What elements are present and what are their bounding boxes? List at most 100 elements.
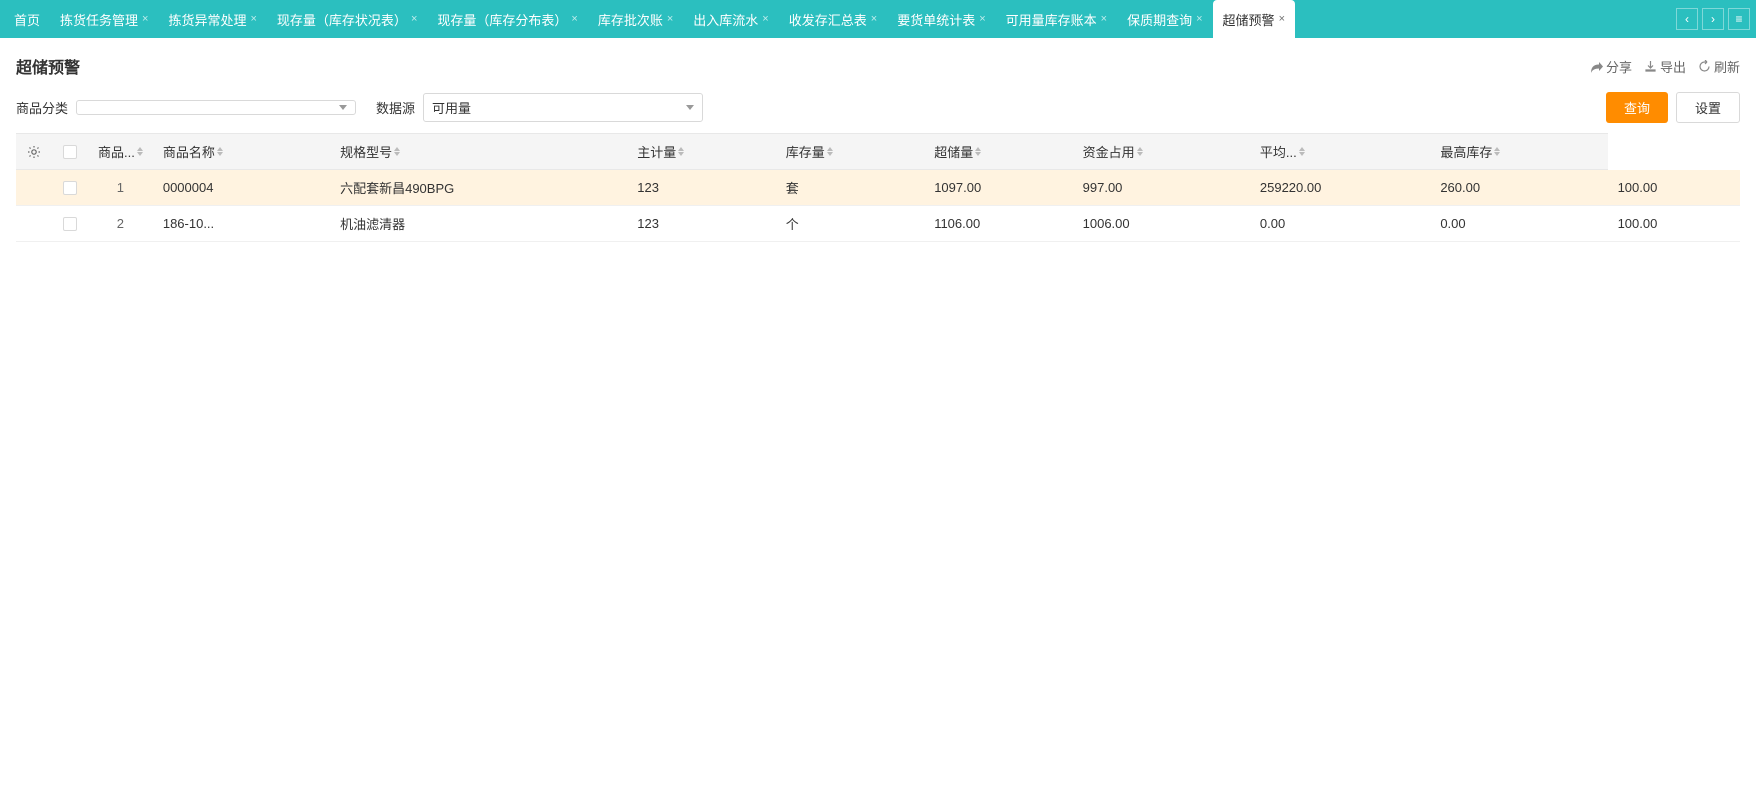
tab-pick-abnormal[interactable]: 拣货异常处理 ×	[158, 0, 266, 38]
row-checkbox[interactable]	[63, 217, 77, 231]
tab-overstock[interactable]: 超储预警 ×	[1213, 0, 1295, 38]
row-over: 1006.00	[1073, 206, 1250, 242]
datasource-filter: 数据源 可用量	[376, 93, 703, 122]
close-icon[interactable]: ×	[762, 13, 768, 25]
refresh-icon	[1698, 60, 1711, 73]
share-button[interactable]: 分享	[1590, 57, 1632, 76]
tab-pick-abnormal-label: 拣货异常处理	[168, 10, 246, 29]
row-capital: 0.00	[1250, 206, 1430, 242]
export-button[interactable]: 导出	[1644, 57, 1686, 76]
close-icon[interactable]: ×	[871, 13, 877, 25]
th-over: 超储量	[924, 134, 1072, 170]
row-unit: 套	[776, 170, 924, 206]
sort-down-icon	[217, 152, 223, 156]
topbar: 首页 拣货任务管理 × 拣货异常处理 × 现存量（库存状况表） × 现存量（库存…	[0, 0, 1756, 38]
sort-icon[interactable]	[1299, 147, 1305, 156]
tab-pick-task[interactable]: 拣货任务管理 ×	[50, 0, 158, 38]
sort-icon[interactable]	[1137, 147, 1143, 156]
query-button[interactable]: 查询	[1606, 92, 1668, 123]
sort-up-icon	[1299, 147, 1305, 151]
tab-available-label: 可用量库存账本	[1006, 10, 1097, 29]
th-code-label: 商品...	[98, 142, 135, 161]
tab-home[interactable]: 首页	[4, 0, 50, 38]
datasource-label: 数据源	[376, 98, 415, 117]
table-row: 1 0000004 六配套新昌490BPG 123 套 1097.00 997.…	[16, 170, 1740, 206]
tab-pick-task-label: 拣货任务管理	[60, 10, 138, 29]
sort-up-icon	[217, 147, 223, 151]
close-icon[interactable]: ×	[1279, 13, 1285, 25]
select-all-checkbox[interactable]	[63, 145, 77, 159]
page-title: 超储预警	[16, 54, 80, 78]
row-stock: 1097.00	[924, 170, 1072, 206]
sort-icon[interactable]	[1494, 147, 1500, 156]
th-avg-label: 平均...	[1260, 142, 1297, 161]
more-tabs-button[interactable]: ≡	[1728, 8, 1750, 30]
filter-row: 商品分类 数据源 可用量 查询 设置	[16, 92, 1740, 123]
close-icon[interactable]: ×	[667, 13, 673, 25]
th-capital-label: 资金占用	[1083, 142, 1135, 161]
sort-down-icon	[1137, 152, 1143, 156]
close-icon[interactable]: ×	[250, 13, 256, 25]
page-content: 超储预警 分享 导出 刷新 商品分类 数据源	[0, 38, 1756, 800]
th-unit: 主计量	[627, 134, 775, 170]
next-tab-button[interactable]: ›	[1702, 8, 1724, 30]
close-icon[interactable]: ×	[1101, 13, 1107, 25]
close-icon[interactable]: ×	[1196, 13, 1202, 25]
sort-down-icon	[394, 152, 400, 156]
th-stock: 库存量	[776, 134, 924, 170]
row-avg: 260.00	[1430, 170, 1607, 206]
tab-flow-label: 出入库流水	[693, 10, 758, 29]
tab-stock-dist-label: 现存量（库存分布表）	[437, 10, 567, 29]
row-spec: 123	[627, 170, 775, 206]
row-name: 六配套新昌490BPG	[330, 170, 627, 206]
tab-stock-status[interactable]: 现存量（库存状况表） ×	[267, 0, 427, 38]
tab-purchase-stat[interactable]: 要货单统计表 ×	[887, 0, 995, 38]
category-label: 商品分类	[16, 98, 68, 117]
tab-shelf-life[interactable]: 保质期查询 ×	[1117, 0, 1212, 38]
th-max-stock-label: 最高库存	[1440, 142, 1492, 161]
share-icon	[1590, 60, 1603, 73]
sort-icon[interactable]	[975, 147, 981, 156]
refresh-button[interactable]: 刷新	[1698, 57, 1740, 76]
row-unit: 个	[776, 206, 924, 242]
sort-up-icon	[1137, 147, 1143, 151]
datasource-select[interactable]: 可用量	[423, 93, 703, 122]
settings-button[interactable]: 设置	[1676, 92, 1740, 123]
sort-icon[interactable]	[678, 147, 684, 156]
close-icon[interactable]: ×	[979, 13, 985, 25]
tab-batch[interactable]: 库存批次账 ×	[588, 0, 683, 38]
tab-summary[interactable]: 收发存汇总表 ×	[779, 0, 887, 38]
th-over-label: 超储量	[934, 142, 973, 161]
tab-batch-label: 库存批次账	[598, 10, 663, 29]
close-icon[interactable]: ×	[142, 13, 148, 25]
tab-purchase-stat-label: 要货单统计表	[897, 10, 975, 29]
row-code: 186-10...	[153, 206, 330, 242]
sort-icon[interactable]	[217, 147, 223, 156]
export-label: 导出	[1660, 57, 1686, 76]
tab-available[interactable]: 可用量库存账本 ×	[996, 0, 1117, 38]
row-checkbox-cell	[52, 206, 88, 242]
sort-icon[interactable]	[394, 147, 400, 156]
tab-stock-dist[interactable]: 现存量（库存分布表） ×	[427, 0, 587, 38]
gear-icon[interactable]	[27, 145, 41, 159]
data-table: 商品... 商品名称	[16, 133, 1740, 242]
row-code: 0000004	[153, 170, 330, 206]
category-select[interactable]	[76, 100, 356, 115]
th-name-label: 商品名称	[163, 142, 215, 161]
tab-shelf-life-label: 保质期查询	[1127, 10, 1192, 29]
prev-tab-button[interactable]: ‹	[1676, 8, 1698, 30]
row-checkbox[interactable]	[63, 181, 77, 195]
sort-icon[interactable]	[137, 147, 143, 156]
datasource-value: 可用量	[432, 98, 471, 117]
th-avg: 平均...	[1250, 134, 1430, 170]
close-icon[interactable]: ×	[411, 13, 417, 25]
row-number: 2	[88, 206, 153, 242]
row-checkbox-cell	[52, 170, 88, 206]
sort-down-icon	[1299, 152, 1305, 156]
tab-flow[interactable]: 出入库流水 ×	[683, 0, 778, 38]
row-gear-cell	[16, 170, 52, 206]
sort-up-icon	[394, 147, 400, 151]
close-icon[interactable]: ×	[571, 13, 577, 25]
sort-icon[interactable]	[827, 147, 833, 156]
row-gear-cell	[16, 206, 52, 242]
